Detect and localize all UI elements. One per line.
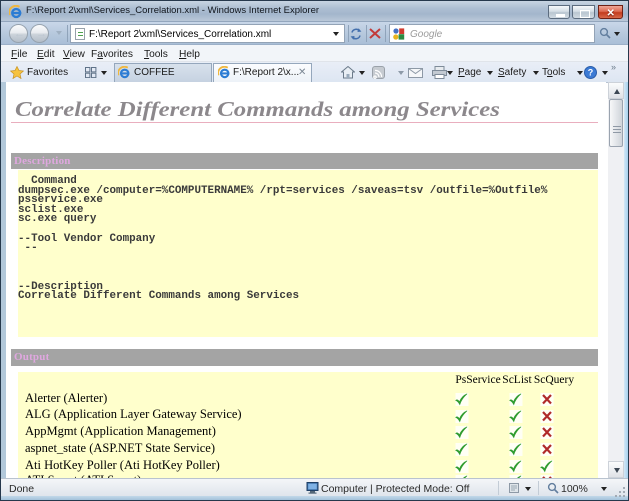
svg-text:?: ? <box>588 68 594 78</box>
